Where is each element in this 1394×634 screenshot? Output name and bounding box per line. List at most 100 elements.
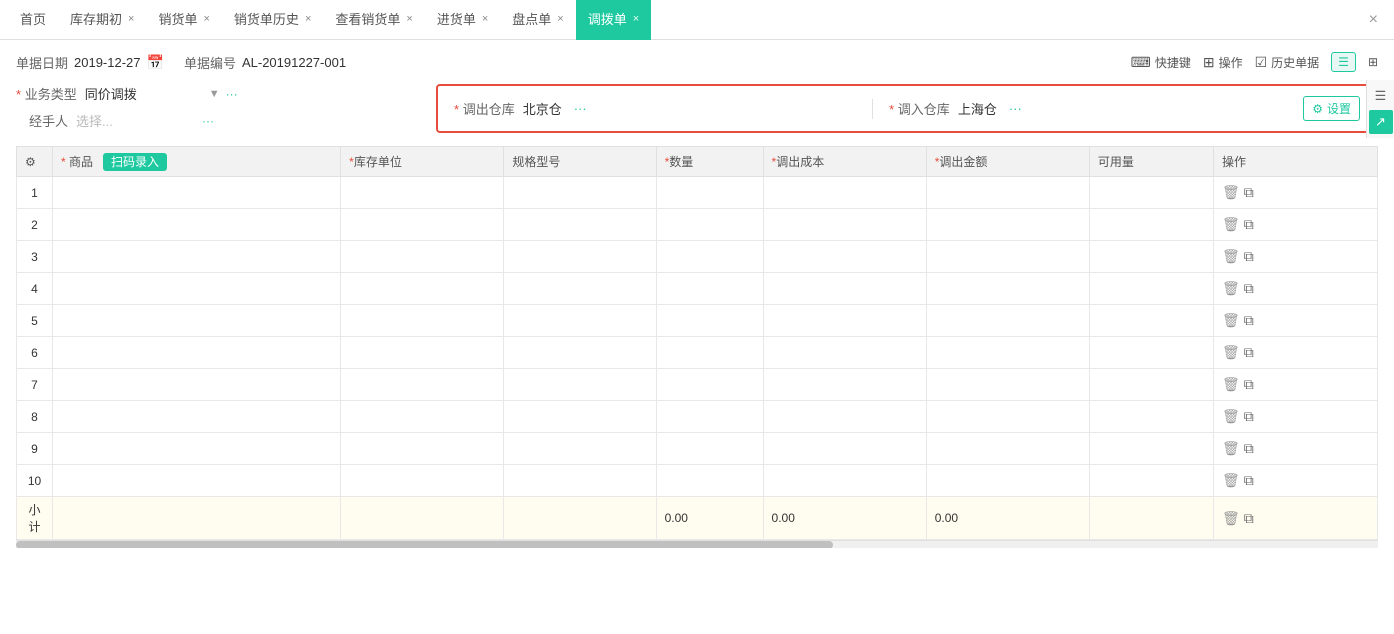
cell-unit[interactable] (341, 433, 504, 465)
cell-amount[interactable] (926, 433, 1089, 465)
cell-qty[interactable] (656, 337, 763, 369)
sidebar-export-icon[interactable]: ↗ (1369, 110, 1393, 134)
cell-goods[interactable] (53, 369, 341, 401)
cell-cost[interactable] (763, 401, 926, 433)
layout-btn[interactable]: ☰ (1331, 52, 1356, 72)
dropdown-arrow-icon[interactable]: ▼ (209, 88, 220, 100)
cell-unit[interactable] (341, 465, 504, 497)
cell-unit[interactable] (341, 177, 504, 209)
copy-icon[interactable]: ⧉ (1244, 510, 1254, 527)
cell-cost[interactable] (763, 305, 926, 337)
cell-goods[interactable] (53, 305, 341, 337)
copy-icon[interactable]: ⧉ (1244, 312, 1254, 329)
cell-goods[interactable] (53, 273, 341, 305)
handler-placeholder[interactable]: 选择... (76, 111, 196, 130)
cell-amount[interactable] (926, 401, 1089, 433)
cell-qty[interactable] (656, 241, 763, 273)
cell-cost[interactable] (763, 241, 926, 273)
cell-qty[interactable] (656, 273, 763, 305)
cell-unit[interactable] (341, 337, 504, 369)
cell-unit[interactable] (341, 401, 504, 433)
cell-cost[interactable] (763, 273, 926, 305)
cell-cost[interactable] (763, 337, 926, 369)
close-icon[interactable]: × (633, 13, 639, 25)
scan-button[interactable]: 扫码录入 (103, 153, 167, 171)
scroll-thumb[interactable] (16, 541, 833, 548)
sidebar-list-icon[interactable]: ☰ (1369, 84, 1393, 108)
cell-spec[interactable] (504, 273, 656, 305)
th-gear[interactable]: ⚙ (17, 147, 53, 177)
tab-inventory-check[interactable]: 盘点单 × (500, 0, 575, 40)
cell-amount[interactable] (926, 209, 1089, 241)
cell-spec[interactable] (504, 433, 656, 465)
cell-spec[interactable] (504, 369, 656, 401)
cell-cost[interactable] (763, 465, 926, 497)
delete-icon[interactable]: 🗑 (1222, 184, 1240, 201)
copy-icon[interactable]: ⧉ (1244, 280, 1254, 297)
cell-cost[interactable] (763, 369, 926, 401)
layout2-btn[interactable]: ⊞ (1368, 55, 1378, 69)
delete-icon[interactable]: 🗑 (1222, 376, 1240, 393)
cell-cost[interactable] (763, 209, 926, 241)
calendar-icon[interactable]: 📅 (147, 54, 164, 71)
cell-goods[interactable] (53, 209, 341, 241)
cell-amount[interactable] (926, 369, 1089, 401)
close-icon[interactable]: × (557, 13, 563, 25)
more-icon[interactable]: ··· (226, 87, 238, 101)
cell-amount[interactable] (926, 465, 1089, 497)
copy-icon[interactable]: ⧉ (1244, 248, 1254, 265)
cell-goods[interactable] (53, 337, 341, 369)
close-icon[interactable]: × (305, 13, 311, 25)
cell-unit[interactable] (341, 305, 504, 337)
cell-qty[interactable] (656, 433, 763, 465)
cell-unit[interactable] (341, 273, 504, 305)
out-warehouse-more-icon[interactable]: ··· (574, 101, 587, 116)
copy-icon[interactable]: ⧉ (1244, 216, 1254, 233)
global-close-button[interactable]: × (1361, 11, 1386, 29)
tab-view-sales[interactable]: 查看销货单 × (323, 0, 424, 40)
tab-purchase[interactable]: 进货单 × (425, 0, 500, 40)
delete-icon[interactable]: 🗑 (1222, 472, 1240, 489)
cell-amount[interactable]: 0.00 (926, 497, 1089, 540)
cell-amount[interactable] (926, 177, 1089, 209)
cell-qty[interactable] (656, 305, 763, 337)
copy-icon[interactable]: ⧉ (1244, 440, 1254, 457)
scroll-area[interactable] (16, 540, 1378, 548)
delete-icon[interactable]: 🗑 (1222, 248, 1240, 265)
delete-icon[interactable]: 🗑 (1222, 510, 1240, 527)
history-btn[interactable]: ☑ 历史单据 (1255, 54, 1320, 71)
cell-spec[interactable] (504, 465, 656, 497)
cell-goods[interactable] (53, 433, 341, 465)
handler-more-icon[interactable]: ··· (202, 114, 214, 128)
cell-goods[interactable] (53, 497, 341, 540)
close-icon[interactable]: × (482, 13, 488, 25)
cell-goods[interactable] (53, 401, 341, 433)
delete-icon[interactable]: 🗑 (1222, 408, 1240, 425)
close-icon[interactable]: × (203, 13, 209, 25)
cell-qty[interactable] (656, 369, 763, 401)
cell-cost[interactable] (763, 177, 926, 209)
cell-goods[interactable] (53, 177, 341, 209)
cell-spec[interactable] (504, 497, 656, 540)
cell-goods[interactable] (53, 241, 341, 273)
cell-qty[interactable] (656, 465, 763, 497)
cell-unit[interactable] (341, 209, 504, 241)
cell-qty[interactable] (656, 209, 763, 241)
settings-button[interactable]: ⚙ 设置 (1303, 96, 1360, 121)
delete-icon[interactable]: 🗑 (1222, 344, 1240, 361)
cell-unit[interactable] (341, 241, 504, 273)
cell-spec[interactable] (504, 241, 656, 273)
cell-spec[interactable] (504, 177, 656, 209)
cell-unit[interactable] (341, 497, 504, 540)
cell-cost[interactable]: 0.00 (763, 497, 926, 540)
cell-unit[interactable] (341, 369, 504, 401)
cell-cost[interactable] (763, 433, 926, 465)
tab-transfer[interactable]: 调拨单 × (576, 0, 651, 40)
shortcut-btn[interactable]: ⌨ 快捷键 (1131, 54, 1191, 71)
copy-icon[interactable]: ⧉ (1244, 376, 1254, 393)
close-icon[interactable]: × (406, 13, 412, 25)
copy-icon[interactable]: ⧉ (1244, 408, 1254, 425)
copy-icon[interactable]: ⧉ (1244, 344, 1254, 361)
cell-qty[interactable] (656, 401, 763, 433)
cell-qty[interactable]: 0.00 (656, 497, 763, 540)
